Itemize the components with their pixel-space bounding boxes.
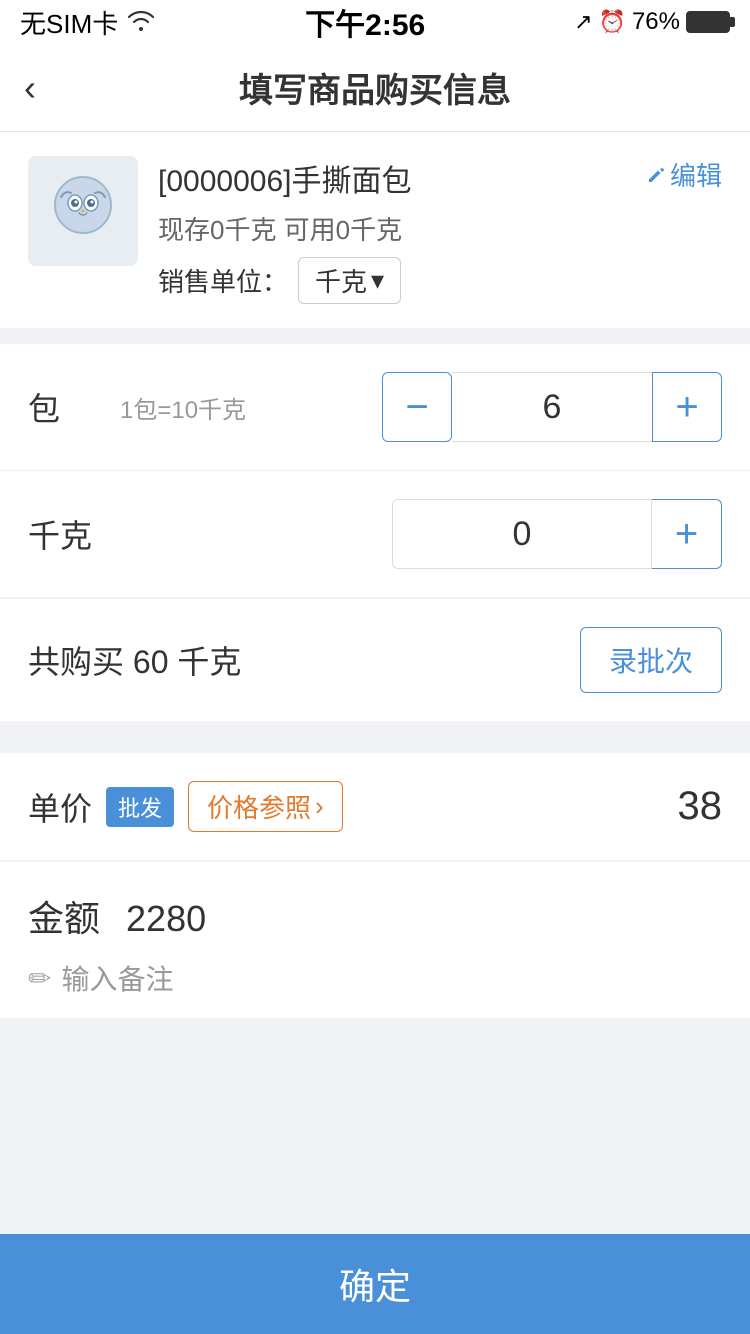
- qty-label-kg: 千克: [28, 511, 108, 557]
- product-unit-row: 销售单位： 千克 ▾: [158, 257, 722, 304]
- qty-section: 包 1包=10千克 − + 千克 +: [0, 344, 750, 597]
- price-ref-button[interactable]: 价格参照 ›: [188, 781, 343, 832]
- edit-button[interactable]: 编辑: [646, 156, 722, 193]
- qty-row-kg: 千克 +: [0, 471, 750, 597]
- alarm-icon: ⏰: [599, 9, 626, 35]
- amount-row: 金额 2280: [28, 890, 722, 942]
- price-label: 单价: [28, 784, 92, 830]
- section-divider: [0, 737, 750, 753]
- qty-controls-bao: − +: [382, 372, 722, 442]
- summary-section: 共购买 60 千克 录批次: [0, 599, 750, 721]
- price-ref-label: 价格参照: [207, 788, 311, 825]
- location-icon: ↗: [574, 9, 592, 35]
- status-bar: 无SIM卡 下午2:56 ↗ ⏰ 76%: [0, 0, 750, 44]
- price-value: 38: [678, 784, 723, 829]
- product-name: [0000006]手撕面包: [158, 156, 411, 200]
- product-image: [28, 156, 138, 266]
- qty-input-kg[interactable]: [392, 499, 652, 569]
- status-time: 下午2:56: [305, 0, 425, 44]
- summary-text: 共购买 60 千克: [28, 637, 241, 683]
- unit-value: 千克: [315, 262, 367, 299]
- back-button[interactable]: ‹: [24, 67, 36, 109]
- amount-value: 2280: [126, 898, 206, 939]
- product-owl-icon: [53, 175, 113, 247]
- bottom-space: [0, 1018, 750, 1234]
- amount-section: 金额 2280 ✏ 输入备注: [0, 862, 750, 1018]
- confirm-text: 确定: [339, 1258, 411, 1310]
- product-card: [0000006]手撕面包 编辑 现存0千克 可用0千克 销售单位： 千克 ▾: [0, 132, 750, 328]
- status-right-icons: ↗ ⏰ 76%: [574, 8, 730, 36]
- product-info: [0000006]手撕面包 编辑 现存0千克 可用0千克 销售单位： 千克 ▾: [158, 156, 722, 304]
- price-section: 单价 批发 价格参照 › 38: [0, 753, 750, 860]
- qty-minus-bao[interactable]: −: [382, 372, 452, 442]
- note-placeholder: 输入备注: [61, 958, 173, 998]
- wifi-icon: [126, 7, 156, 38]
- amount-label: 金额: [28, 898, 100, 939]
- record-batch-button[interactable]: 录批次: [580, 627, 722, 693]
- unit-dropdown-icon: ▾: [371, 265, 384, 296]
- qty-hint-bao: 1包=10千克: [120, 390, 382, 425]
- battery-text: 76%: [632, 8, 680, 36]
- qty-row-bao: 包 1包=10千克 − +: [0, 344, 750, 471]
- carrier-text: 无SIM卡: [20, 4, 118, 41]
- product-stock: 现存0千克 可用0千克: [158, 210, 722, 247]
- battery-icon: [686, 11, 730, 33]
- price-ref-arrow: ›: [315, 791, 324, 822]
- main-content: [0000006]手撕面包 编辑 现存0千克 可用0千克 销售单位： 千克 ▾ …: [0, 132, 750, 1234]
- qty-controls-kg: +: [392, 499, 722, 569]
- edit-label: 编辑: [670, 156, 722, 193]
- note-row[interactable]: ✏ 输入备注: [28, 958, 722, 998]
- note-icon: ✏: [28, 962, 51, 995]
- confirm-bar[interactable]: 确定: [0, 1234, 750, 1334]
- unit-select[interactable]: 千克 ▾: [298, 257, 401, 304]
- qty-label-bao: 包: [28, 384, 108, 430]
- unit-label: 销售单位：: [158, 262, 288, 299]
- status-carrier: 无SIM卡: [20, 4, 156, 41]
- price-type-tag: 批发: [106, 787, 174, 827]
- page-title: 填写商品购买信息: [239, 63, 511, 112]
- nav-bar: ‹ 填写商品购买信息: [0, 44, 750, 132]
- qty-plus-kg[interactable]: +: [652, 499, 722, 569]
- qty-input-bao[interactable]: [452, 372, 652, 442]
- qty-plus-bao[interactable]: +: [652, 372, 722, 442]
